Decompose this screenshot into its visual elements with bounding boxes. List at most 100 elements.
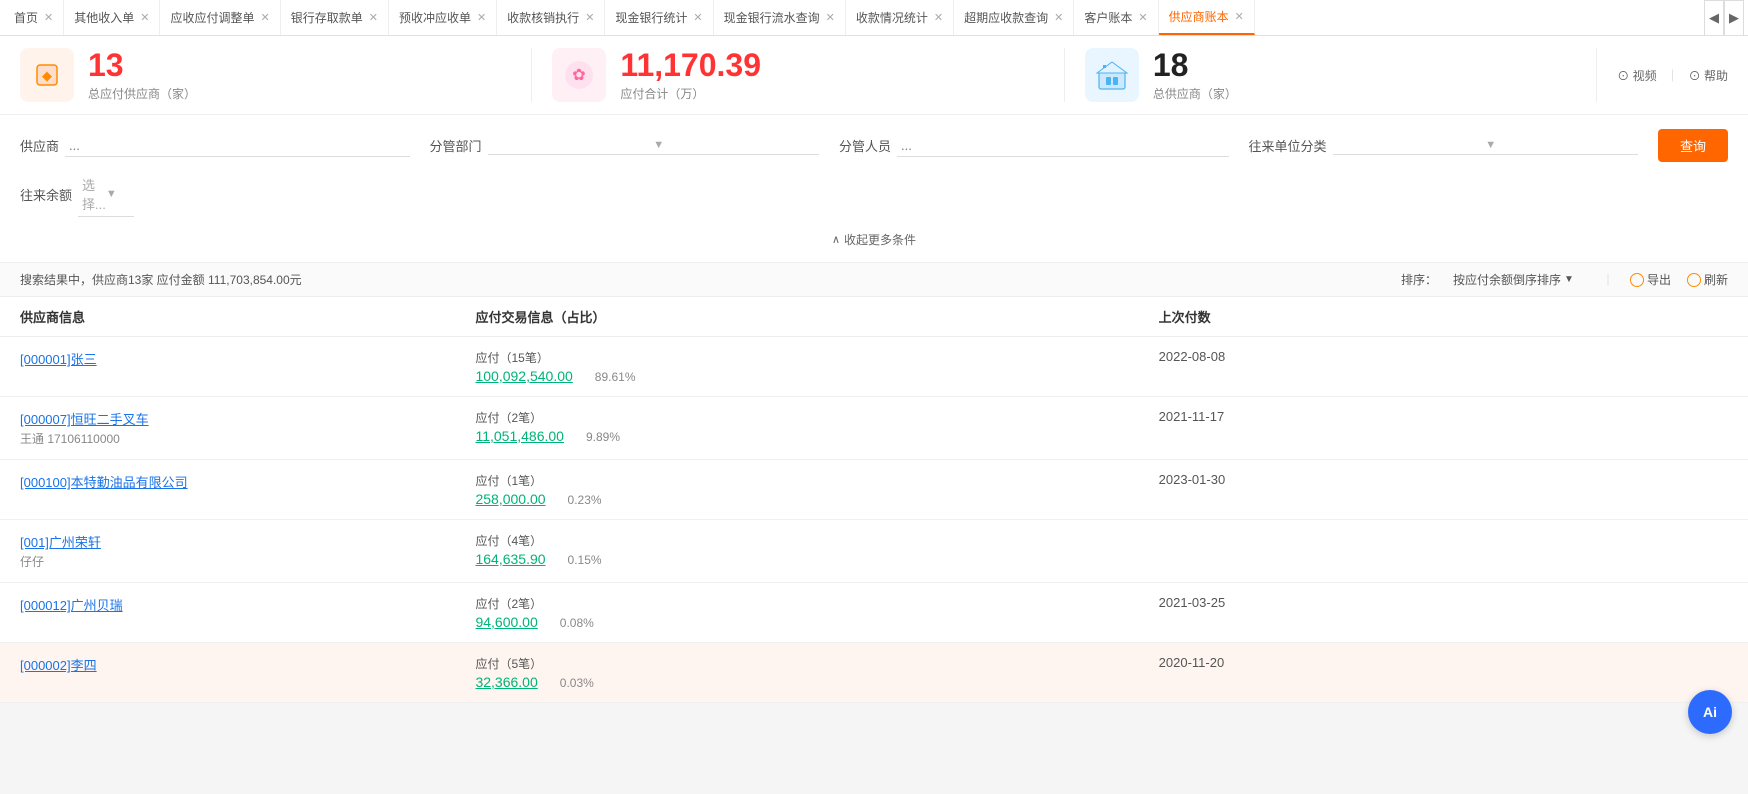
lastpay-date-5: 2020-11-20 (1159, 655, 1225, 670)
close-tab-icon[interactable]: ✕ (140, 11, 149, 24)
close-tab-icon[interactable]: ✕ (260, 11, 269, 24)
summary-label-ap-total: 应付合计（万） (620, 85, 761, 102)
sort-select[interactable]: 按应付余额倒序排序 ▼ (1453, 271, 1574, 288)
refresh-button[interactable]: 刷新 (1687, 271, 1728, 288)
tx-label-4: 应付（2笔） (475, 595, 1158, 612)
close-tab-icon[interactable]: ✕ (826, 11, 835, 24)
table-row: [000007]恒旺二手叉车 王通 17106110000 应付（2笔） 11,… (0, 397, 1748, 460)
nav-tab-receipt-verify[interactable]: 收款核销执行 ✕ (497, 0, 605, 35)
category-label: 往来单位分类 (1249, 136, 1327, 155)
summary-icon-store (1085, 48, 1139, 102)
export-button[interactable]: 导出 (1630, 271, 1671, 288)
supplier-link-5[interactable]: [000002]李四 (20, 655, 475, 674)
tx-percent-3: 0.15% (568, 553, 602, 567)
supplier-col-3: [001]广州荣轩 仔仔 (20, 532, 475, 570)
close-tab-icon[interactable]: ✕ (1138, 11, 1147, 24)
table-row: [000001]张三 应付（15笔） 100,092,540.00 89.61%… (0, 337, 1748, 397)
summary-label-suppliers-payable: 总应付供应商（家） (88, 85, 196, 102)
summary-item-ap-total: ✿ 11,170.39 应付合计（万） (552, 48, 1064, 102)
tx-amount-2[interactable]: 258,000.00 (475, 491, 545, 507)
nav-tab-supplier-ledger[interactable]: 供应商账本 ✕ (1159, 0, 1255, 35)
nav-tab-other-income[interactable]: 其他收入单 ✕ (64, 0, 160, 35)
nav-tab-customer-ledger[interactable]: 客户账本 ✕ (1074, 0, 1158, 35)
video-link[interactable]: ⊙ 视频 (1617, 67, 1656, 84)
query-button[interactable]: 查询 (1658, 129, 1728, 162)
close-tab-icon[interactable]: ✕ (477, 11, 486, 24)
tx-percent-2: 0.23% (568, 493, 602, 507)
nav-tab-home[interactable]: 首页 ✕ (4, 0, 64, 35)
close-tab-icon[interactable]: ✕ (44, 11, 53, 24)
nav-tab-cash-bank-flow[interactable]: 现金银行流水查询 ✕ (714, 0, 846, 35)
dept-label: 分管部门 (430, 136, 482, 155)
summary-text-suppliers-payable: 13 总应付供应商（家） (88, 48, 196, 102)
tx-label-5: 应付（5笔） (475, 655, 1158, 672)
filter-dept: 分管部门 ▼ (430, 136, 820, 155)
filter-area: 供应商 分管部门 ▼ 分管人员 往来单位分类 ▼ 查询 (0, 115, 1748, 263)
lastpay-col-2: 2023-01-30 (1159, 472, 1501, 487)
nav-tab-bank-deposit[interactable]: 银行存取款单 ✕ (281, 0, 389, 35)
close-tab-icon[interactable]: ✕ (934, 11, 943, 24)
nav-tab-prepay-ar[interactable]: 预收冲应收单 ✕ (389, 0, 497, 35)
supplier-link-1[interactable]: [000007]恒旺二手叉车 (20, 409, 475, 428)
nav-tab-receipt-stat[interactable]: 收款情况统计 ✕ (846, 0, 954, 35)
tx-amount-5[interactable]: 32,366.00 (475, 674, 537, 690)
nav-prev-button[interactable]: ◀ (1704, 0, 1724, 36)
person-input[interactable] (897, 135, 1228, 157)
close-tab-icon[interactable]: ✕ (1235, 10, 1244, 23)
category-dropdown-arrow-icon: ▼ (1485, 139, 1634, 151)
tx-percent-0: 89.61% (595, 370, 636, 384)
supplier-input[interactable] (65, 135, 409, 157)
transaction-col-2: 应付（1笔） 258,000.00 0.23% (475, 472, 1158, 507)
col-header-supplier: 供应商信息 (20, 307, 475, 326)
summary-bar: ◆ 13 总应付供应商（家） ✿ 11,170.39 应付合计（万） (0, 36, 1748, 115)
tx-amount-4[interactable]: 94,600.00 (475, 614, 537, 630)
close-tab-icon[interactable]: ✕ (585, 11, 594, 24)
nav-next-button[interactable]: ▶ (1724, 0, 1744, 36)
table-row: [000100]本特勤油品有限公司 应付（1笔） 258,000.00 0.23… (0, 460, 1748, 520)
supplier-link-0[interactable]: [000001]张三 (20, 349, 475, 368)
supplier-link-2[interactable]: [000100]本特勤油品有限公司 (20, 472, 475, 491)
table-row: [001]广州荣轩 仔仔 应付（4笔） 164,635.90 0.15% (0, 520, 1748, 583)
supplier-link-4[interactable]: [000012]广州贝瑞 (20, 595, 475, 614)
close-tab-icon[interactable]: ✕ (369, 11, 378, 24)
supplier-col-4: [000012]广州贝瑞 (20, 595, 475, 614)
help-link[interactable]: ⊙ 帮助 (1689, 67, 1728, 84)
summary-item-suppliers-payable: ◆ 13 总应付供应商（家） (20, 48, 532, 102)
top-nav: 首页 ✕ 其他收入单 ✕ 应收应付调整单 ✕ 银行存取款单 ✕ 预收冲应收单 ✕… (0, 0, 1748, 36)
close-tab-icon[interactable]: ✕ (1054, 11, 1063, 24)
tx-amount-1[interactable]: 11,051,486.00 (475, 428, 564, 444)
refresh-icon (1687, 273, 1701, 287)
nav-tab-cash-bank-stat[interactable]: 现金银行统计 ✕ (605, 0, 713, 35)
category-dropdown[interactable]: ▼ (1333, 136, 1638, 155)
collapse-button[interactable]: ∧ 收起更多条件 (832, 227, 916, 252)
supplier-sub-1: 王通 17106110000 (20, 430, 475, 447)
transaction-col-0: 应付（15笔） 100,092,540.00 89.61% (475, 349, 1158, 384)
nav-tab-ar-ap-adjust[interactable]: 应收应付调整单 ✕ (160, 0, 280, 35)
balance-dropdown-arrow-icon: ▼ (106, 188, 130, 200)
transaction-col-5: 应付（5笔） 32,366.00 0.03% (475, 655, 1158, 690)
result-bar: 搜索结果中，供应商13家 应付金额 111,703,854.00元 排序： 按应… (0, 263, 1748, 297)
close-tab-icon[interactable]: ✕ (693, 11, 702, 24)
tx-percent-4: 0.08% (560, 616, 594, 630)
tx-amount-0[interactable]: 100,092,540.00 (475, 368, 572, 384)
transaction-col-3: 应付（4笔） 164,635.90 0.15% (475, 532, 1158, 567)
summary-item-total-suppliers: 18 总供应商（家） (1085, 48, 1597, 102)
tx-label-0: 应付（15笔） (475, 349, 1158, 366)
dept-dropdown-arrow-icon: ▼ (653, 139, 815, 151)
balance-dropdown[interactable]: 选择... ▼ (78, 172, 134, 217)
lastpay-date-2: 2023-01-30 (1159, 472, 1226, 487)
chevron-up-icon: ∧ (832, 233, 840, 246)
nav-arrows: ◀ ▶ (1704, 0, 1744, 36)
nav-tab-overdue-ar[interactable]: 超期应收款查询 ✕ (954, 0, 1074, 35)
ai-button[interactable]: Ai (1688, 690, 1732, 734)
tx-amount-3[interactable]: 164,635.90 (475, 551, 545, 567)
summary-links: ⊙ 视频 ｜ ⊙ 帮助 (1617, 67, 1728, 84)
dept-dropdown[interactable]: ▼ (488, 136, 819, 155)
transaction-col-1: 应付（2笔） 11,051,486.00 9.89% (475, 409, 1158, 444)
summary-num-ap-total: 11,170.39 (620, 48, 761, 83)
balance-label: 往来余额 (20, 185, 72, 204)
tx-label-3: 应付（4笔） (475, 532, 1158, 549)
filter-balance: 往来余额 选择... ▼ (20, 172, 134, 217)
supplier-col-0: [000001]张三 (20, 349, 475, 368)
supplier-link-3[interactable]: [001]广州荣轩 (20, 532, 475, 551)
